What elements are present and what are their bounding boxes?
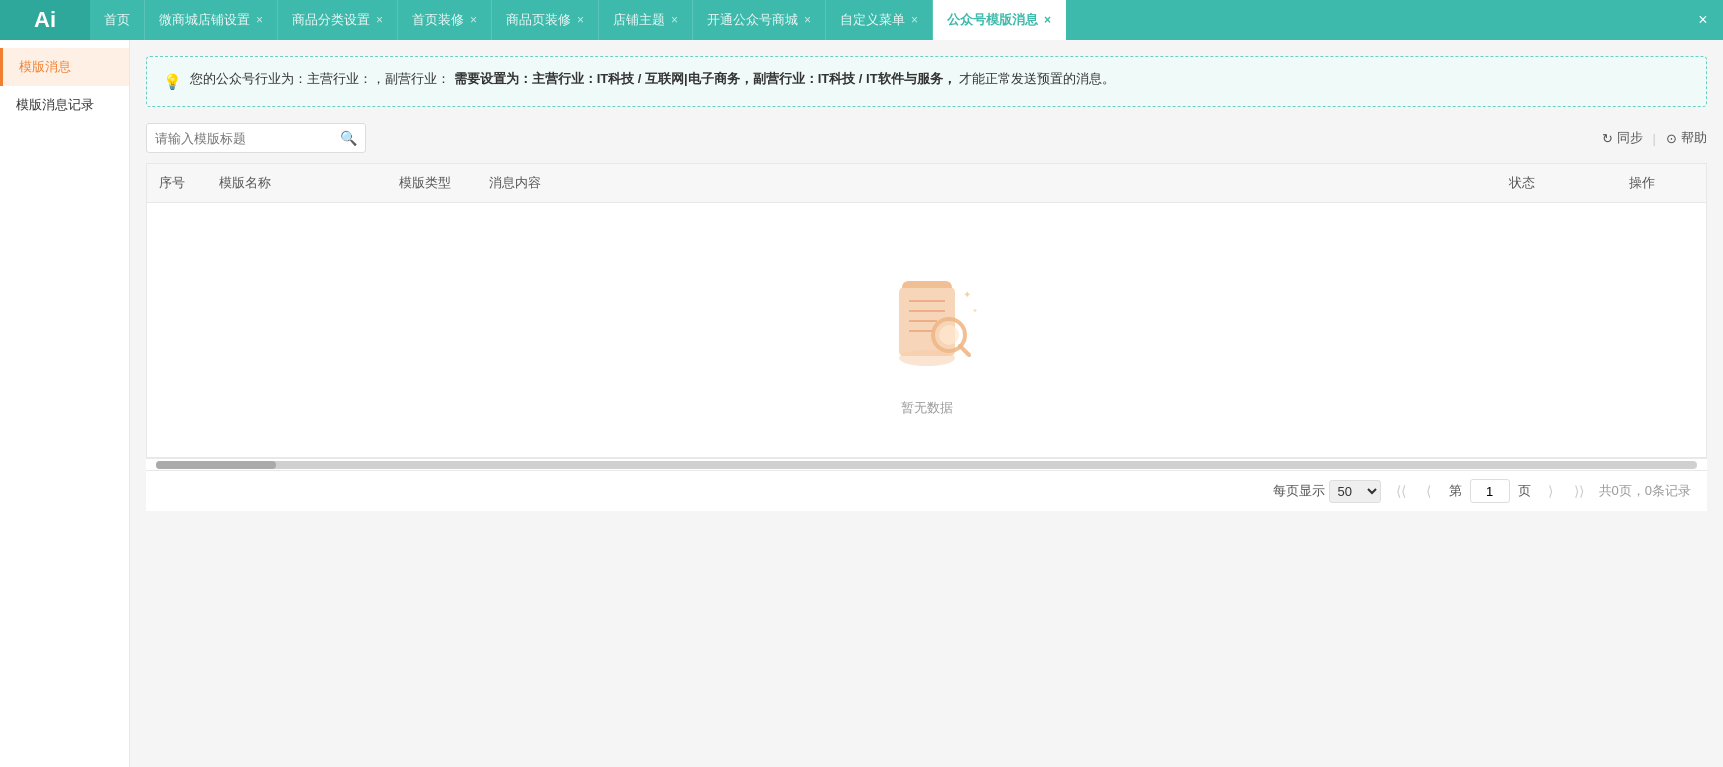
notice-box: 💡 您的公众号行业为：主营行业：，副营行业： 需要设置为：主营行业：IT科技 /… bbox=[146, 56, 1707, 107]
page-label-pre: 第 bbox=[1449, 482, 1462, 500]
search-wrapper[interactable]: 🔍 bbox=[146, 123, 366, 153]
brand-label: Ai bbox=[34, 7, 56, 33]
notice-icon: 💡 bbox=[163, 70, 182, 94]
col-header-action: 操作 bbox=[1617, 164, 1707, 203]
tab-close-homepage[interactable]: × bbox=[470, 13, 477, 27]
pagination-area: 每页显示 50 20 100 ⟨⟨ ⟨ 第 页 ⟩ ⟩⟩ 共0页，0条记录 bbox=[146, 470, 1707, 511]
search-button[interactable]: 🔍 bbox=[340, 130, 357, 146]
svg-point-6 bbox=[939, 325, 959, 345]
page-number-input[interactable] bbox=[1470, 479, 1510, 503]
empty-row: ✦ ✦ 暂无数据 bbox=[147, 203, 1707, 458]
content-area: 💡 您的公众号行业为：主营行业：，副营行业： 需要设置为：主营行业：IT科技 /… bbox=[130, 40, 1723, 767]
total-info: 共0页，0条记录 bbox=[1599, 482, 1691, 500]
empty-state: ✦ ✦ 暂无数据 bbox=[147, 203, 1706, 457]
sync-button[interactable]: ↻ 同步 bbox=[1602, 129, 1643, 147]
table-body: ✦ ✦ 暂无数据 bbox=[147, 203, 1707, 458]
table-header-row: 序号模版名称模版类型消息内容状态操作 bbox=[147, 164, 1707, 203]
divider: | bbox=[1653, 131, 1656, 146]
next-page-button[interactable]: ⟩ bbox=[1539, 479, 1563, 503]
search-input[interactable] bbox=[155, 131, 340, 146]
svg-text:✦: ✦ bbox=[963, 289, 971, 300]
notice-suffix: 才能正常发送预置的消息。 bbox=[959, 71, 1115, 86]
tab-close-theme[interactable]: × bbox=[671, 13, 678, 27]
prev-page-button[interactable]: ⟨ bbox=[1417, 479, 1441, 503]
col-header-type: 模版类型 bbox=[387, 164, 477, 203]
help-icon: ⊙ bbox=[1666, 131, 1677, 146]
sidebar: 模版消息模版消息记录 bbox=[0, 40, 130, 767]
col-header-index: 序号 bbox=[147, 164, 207, 203]
tab-weshop[interactable]: 微商城店铺设置× bbox=[145, 0, 278, 40]
page-label-post: 页 bbox=[1518, 482, 1531, 500]
search-actions: ↻ 同步 | ⊙ 帮助 bbox=[1602, 129, 1707, 147]
per-page-dropdown[interactable]: 50 20 100 bbox=[1329, 480, 1381, 503]
notice-prefix: 您的公众号行业为：主营行业：，副营行业： bbox=[190, 71, 450, 86]
tab-category[interactable]: 商品分类设置× bbox=[278, 0, 398, 40]
sidebar-item-template-msg-record[interactable]: 模版消息记录 bbox=[0, 86, 129, 124]
data-table: 序号模版名称模版类型消息内容状态操作 bbox=[146, 163, 1707, 458]
tab-close-templateMsg[interactable]: × bbox=[1044, 13, 1051, 27]
tab-theme[interactable]: 店铺主题× bbox=[599, 0, 693, 40]
brand-logo: Ai bbox=[0, 0, 90, 40]
tab-wechatshop[interactable]: 开通公众号商城× bbox=[693, 0, 826, 40]
last-page-button[interactable]: ⟩⟩ bbox=[1567, 479, 1591, 503]
tab-close-wechatshop[interactable]: × bbox=[804, 13, 811, 27]
main-layout: 模版消息模版消息记录 💡 您的公众号行业为：主营行业：，副营行业： 需要设置为：… bbox=[0, 40, 1723, 767]
notice-text: 您的公众号行业为：主营行业：，副营行业： 需要设置为：主营行业：IT科技 / 互… bbox=[190, 69, 1115, 90]
sidebar-item-template-msg[interactable]: 模版消息 bbox=[0, 48, 129, 86]
empty-text: 暂无数据 bbox=[901, 399, 953, 417]
tab-close-productpage[interactable]: × bbox=[577, 13, 584, 27]
tab-home[interactable]: 首页 bbox=[90, 0, 145, 40]
sync-icon: ↻ bbox=[1602, 131, 1613, 146]
tab-close-weshop[interactable]: × bbox=[256, 13, 263, 27]
scrollbar-track[interactable] bbox=[156, 461, 1697, 469]
scrollbar-area[interactable] bbox=[146, 458, 1707, 470]
tab-custommenu[interactable]: 自定义菜单× bbox=[826, 0, 933, 40]
per-page-select: 每页显示 50 20 100 bbox=[1273, 480, 1381, 503]
tab-close-custommenu[interactable]: × bbox=[911, 13, 918, 27]
tab-homepage[interactable]: 首页装修× bbox=[398, 0, 492, 40]
col-header-name: 模版名称 bbox=[207, 164, 387, 203]
svg-line-7 bbox=[960, 346, 969, 355]
close-all-button[interactable]: × bbox=[1683, 0, 1723, 40]
topbar: Ai 首页微商城店铺设置×商品分类设置×首页装修×商品页装修×店铺主题×开通公众… bbox=[0, 0, 1723, 40]
col-header-content: 消息内容 bbox=[477, 164, 1497, 203]
pagination-controls: ⟨⟨ ⟨ 第 页 ⟩ ⟩⟩ bbox=[1389, 479, 1591, 503]
help-label: 帮助 bbox=[1681, 129, 1707, 147]
col-header-status: 状态 bbox=[1497, 164, 1617, 203]
help-button[interactable]: ⊙ 帮助 bbox=[1666, 129, 1707, 147]
tab-productpage[interactable]: 商品页装修× bbox=[492, 0, 599, 40]
search-area: 🔍 ↻ 同步 | ⊙ 帮助 bbox=[146, 123, 1707, 153]
notice-highlight: 需要设置为：主营行业：IT科技 / 互联网|电子商务，副营行业：IT科技 / I… bbox=[454, 71, 956, 86]
tab-templateMsg[interactable]: 公众号模版消息× bbox=[933, 0, 1066, 40]
scrollbar-thumb[interactable] bbox=[156, 461, 276, 469]
sync-label: 同步 bbox=[1617, 129, 1643, 147]
svg-text:✦: ✦ bbox=[972, 307, 978, 314]
tab-list: 首页微商城店铺设置×商品分类设置×首页装修×商品页装修×店铺主题×开通公众号商城… bbox=[90, 0, 1683, 40]
first-page-button[interactable]: ⟨⟨ bbox=[1389, 479, 1413, 503]
tab-close-category[interactable]: × bbox=[376, 13, 383, 27]
table-header: 序号模版名称模版类型消息内容状态操作 bbox=[147, 164, 1707, 203]
per-page-label: 每页显示 bbox=[1273, 482, 1325, 500]
empty-illustration: ✦ ✦ bbox=[867, 263, 987, 383]
close-all-icon: × bbox=[1698, 11, 1707, 29]
